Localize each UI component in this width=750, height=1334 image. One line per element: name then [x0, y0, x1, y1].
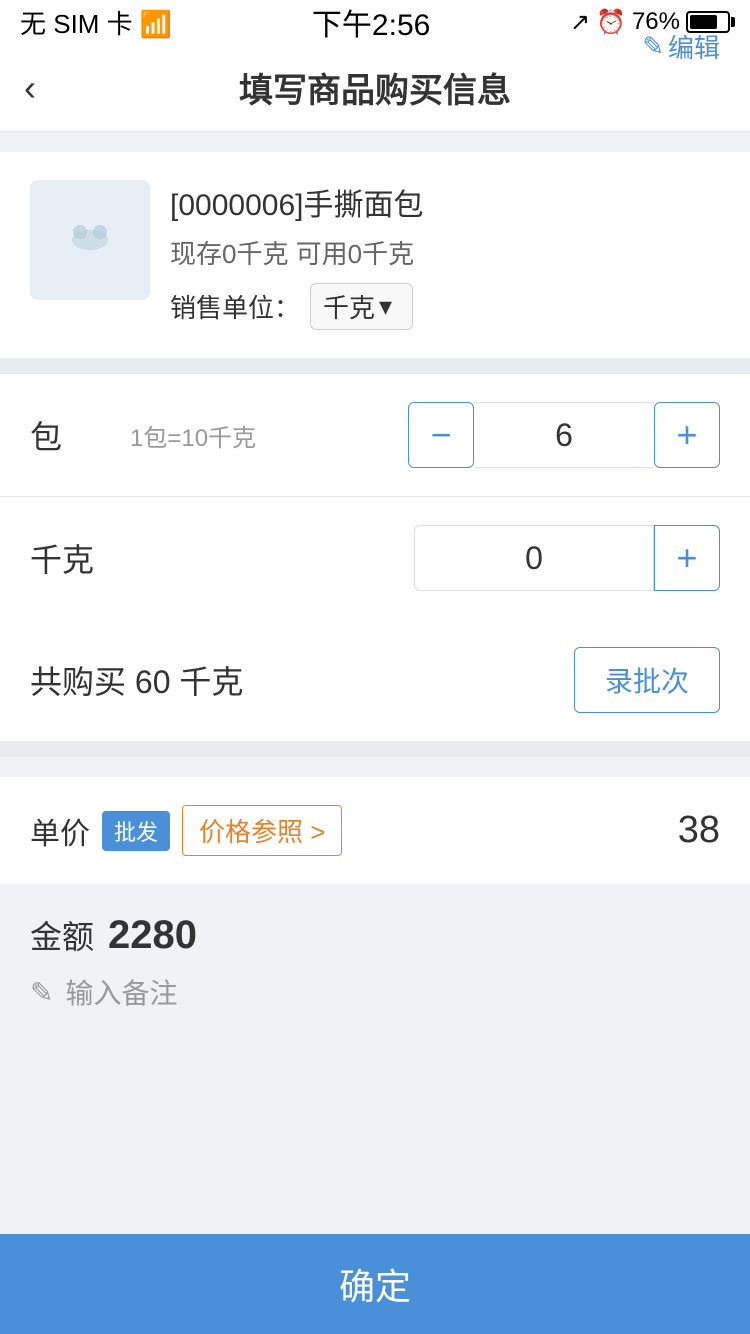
price-section: 单价 批发 价格参照 > 38 [0, 777, 750, 884]
unit-dropdown-icon: ▾ [379, 291, 392, 322]
alarm-icon: ⏰ [596, 8, 626, 37]
bag-label: 包 [30, 412, 110, 458]
summary-text: 共购买 60 千克 [30, 657, 243, 703]
bag-input-row: 包 1包=10千克 − + [0, 374, 750, 497]
edit-button[interactable]: ✎ 编辑 [642, 28, 720, 65]
status-network: 无 SIM 卡 📶 [20, 4, 172, 41]
content-fill [0, 1026, 750, 1234]
unit-value: 千克 [323, 288, 375, 325]
unit-label: 销售单位： [170, 288, 300, 325]
price-row: 单价 批发 价格参照 > 38 [30, 805, 720, 856]
price-label: 单价 [30, 809, 90, 853]
location-icon: ↗ [570, 8, 590, 37]
product-image-icon [60, 210, 120, 270]
summary-row: 共购买 60 千克 录批次 [0, 619, 750, 741]
status-bar: 无 SIM 卡 📶 下午2:56 ↗ ⏰ 76% [0, 0, 750, 44]
kilogram-input[interactable] [414, 525, 654, 591]
product-name: [0000006]手撕面包 [170, 180, 720, 224]
kilogram-label: 千克 [30, 535, 110, 581]
kg-plus-button[interactable]: + [654, 525, 720, 591]
amount-row: 金额 2280 [30, 912, 720, 958]
page-title: 填写商品购买信息 [239, 63, 511, 112]
product-info: [0000006]手撕面包 现存0千克 可用0千克 销售单位： 千克 ▾ [170, 180, 720, 330]
bag-quantity-input[interactable] [474, 402, 654, 468]
amount-value: 2280 [108, 913, 197, 958]
amount-section: 金额 2280 ✎ 输入备注 [0, 884, 750, 1026]
product-unit-row: 销售单位： 千克 ▾ [170, 283, 720, 330]
bag-plus-button[interactable]: + [654, 402, 720, 468]
price-ref-label: 价格参照 > [199, 812, 325, 849]
nav-bar: ‹ 填写商品购买信息 [0, 44, 750, 132]
price-ref-left: 单价 批发 价格参照 > [30, 805, 664, 856]
bag-minus-button[interactable]: − [408, 402, 474, 468]
separator-2 [0, 741, 750, 757]
product-stock: 现存0千克 可用0千克 [170, 234, 720, 271]
remark-row[interactable]: ✎ 输入备注 [30, 972, 720, 1012]
price-type-tag: 批发 [102, 811, 170, 851]
amount-label: 金额 [30, 912, 94, 958]
status-time: 下午2:56 [312, 0, 430, 44]
kilogram-input-row: 千克 + [0, 497, 750, 619]
unit-select[interactable]: 千克 ▾ [310, 283, 413, 330]
bag-stepper: − + [408, 402, 720, 468]
kg-stepper: + [414, 525, 720, 591]
edit-label: 编辑 [668, 28, 720, 65]
input-section: 包 1包=10千克 − + 千克 + [0, 374, 750, 619]
batch-button[interactable]: 录批次 [574, 647, 720, 713]
back-button[interactable]: ‹ [24, 67, 36, 109]
confirm-bar[interactable]: 确定 [0, 1234, 750, 1334]
confirm-button-text: 确定 [339, 1258, 411, 1310]
product-card: [0000006]手撕面包 现存0千克 可用0千克 销售单位： 千克 ▾ ✎ 编… [0, 152, 750, 358]
price-value: 38 [678, 809, 720, 852]
price-reference-button[interactable]: 价格参照 > [182, 805, 342, 856]
remark-icon: ✎ [30, 976, 53, 1009]
separator-1 [0, 358, 750, 374]
bag-hint: 1包=10千克 [130, 418, 388, 453]
edit-icon: ✎ [642, 31, 664, 62]
product-thumbnail [30, 180, 150, 300]
remark-placeholder: 输入备注 [65, 972, 177, 1012]
